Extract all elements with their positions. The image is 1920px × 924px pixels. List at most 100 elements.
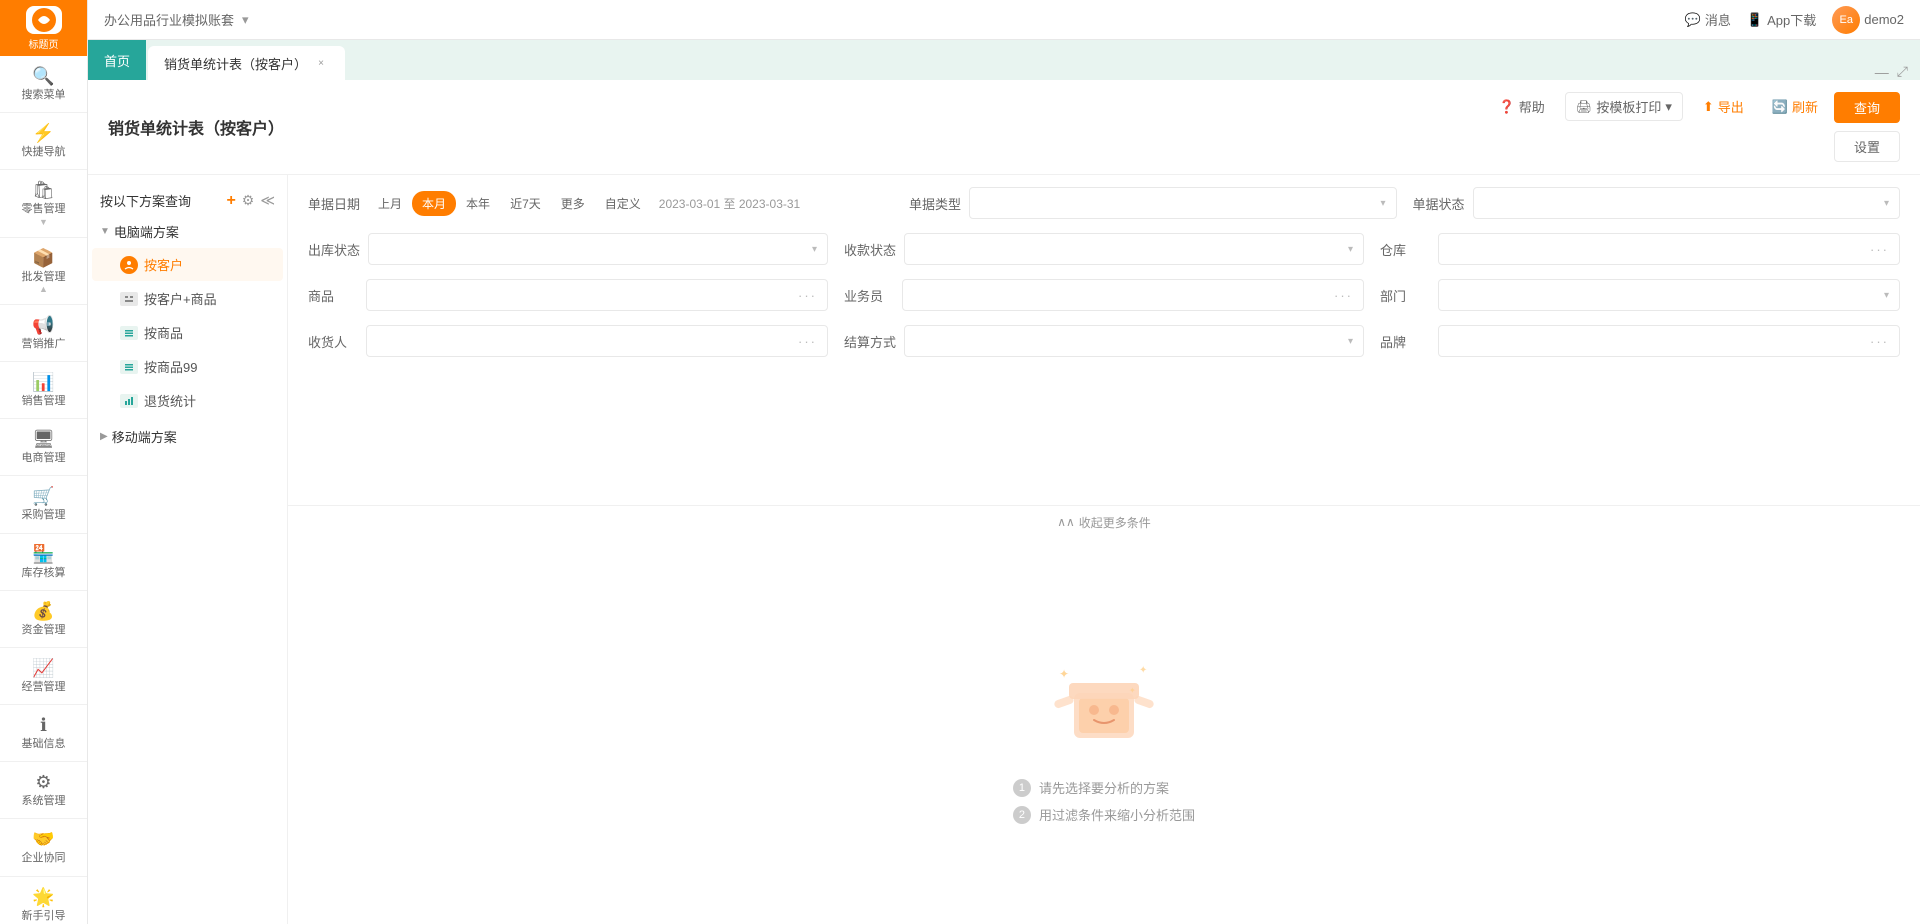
sidebar-item-sales[interactable]: 📊 销售管理: [0, 362, 87, 419]
warehouse-dots: ···: [1870, 242, 1889, 257]
sales-stats-tab-label: 销货单统计表（按客户）: [164, 54, 307, 73]
doc-status-select[interactable]: ▾: [1473, 187, 1900, 219]
brand-input[interactable]: ···: [1438, 325, 1900, 357]
maximize-icon[interactable]: ⤢: [1897, 63, 1908, 80]
refresh-btn[interactable]: 🔄 刷新: [1764, 93, 1826, 120]
sidebar-item-basic[interactable]: ℹ 基础信息: [0, 705, 87, 762]
query-button[interactable]: 查询: [1834, 92, 1900, 123]
desktop-group-title[interactable]: ▼ 电脑端方案: [88, 216, 287, 247]
tip-item-1: 1 请先选择要分析的方案: [1013, 778, 1195, 797]
wholesale-icon: 📦: [32, 248, 54, 269]
date-tab-lastmonth[interactable]: 上月: [368, 191, 412, 216]
help-btn[interactable]: ❓ 帮助: [1491, 93, 1553, 120]
settlement-label: 结算方式: [844, 332, 896, 351]
query-panel: 单据日期 上月 本月 本年 近7天 更多 自定义 2023-03-01 至 20…: [288, 175, 1920, 505]
print-dropdown-icon: ▾: [1665, 99, 1672, 115]
help-icon: ❓: [1499, 99, 1515, 115]
search-label: 搜索菜单: [22, 89, 66, 102]
retail-label: 零售管理: [22, 203, 66, 216]
export-btn[interactable]: ⬆ 导出: [1695, 93, 1752, 120]
minimize-icon[interactable]: —: [1875, 64, 1889, 80]
basic-label: 基础信息: [22, 738, 66, 751]
svg-text:✦: ✦: [1139, 665, 1147, 676]
tab-sales-stats[interactable]: 销货单统计表（按客户） ×: [148, 46, 345, 80]
settlement-select[interactable]: ▾: [904, 325, 1364, 357]
sidebar-item-operation[interactable]: 📈 经营管理: [0, 648, 87, 705]
date-tab-custom[interactable]: 自定义: [595, 191, 651, 216]
date-tab-thisyear[interactable]: 本年: [456, 191, 500, 216]
out-status-select[interactable]: ▾: [368, 233, 828, 265]
doc-type-select[interactable]: ▾: [969, 187, 1396, 219]
sales-label: 销售管理: [22, 395, 66, 408]
industry-dropdown-icon[interactable]: ▾: [242, 12, 249, 28]
logo-label: 标题页: [29, 36, 59, 51]
sidebar-item-system[interactable]: ⚙ 系统管理: [0, 762, 87, 819]
user-name: demo2: [1864, 12, 1904, 27]
goods-input[interactable]: ···: [366, 279, 828, 311]
salesperson-dots: ···: [1334, 288, 1353, 303]
tab-bar: 首页 销货单统计表（按客户） × — ⤢: [88, 40, 1920, 80]
settings-button[interactable]: 设置: [1834, 131, 1900, 162]
message-action[interactable]: 💬 消息: [1685, 10, 1731, 29]
tab-home[interactable]: 首页: [88, 40, 146, 80]
filter-out-status: 出库状态 ▾: [308, 233, 828, 265]
marketing-label: 营销推广: [22, 338, 66, 351]
basic-icon: ℹ: [40, 715, 47, 736]
sidebar-item-marketing[interactable]: 📢 营销推广: [0, 305, 87, 362]
app-download-action[interactable]: 📱 App下载: [1747, 10, 1816, 29]
scheme-item-by-goods[interactable]: 按商品: [92, 316, 283, 349]
goods-icon: [120, 326, 138, 340]
mobile-group-label: 移动端方案: [112, 427, 177, 446]
scheme-item-by-customer[interactable]: 按客户: [92, 248, 283, 281]
salesperson-input[interactable]: ···: [902, 279, 1364, 311]
filter-receiver: 收货人 ···: [308, 325, 828, 357]
scheme-item-return-stats[interactable]: 退货统计: [92, 384, 283, 417]
dept-select[interactable]: ▾: [1438, 279, 1900, 311]
app-logo: [26, 6, 62, 34]
scheme-item-by-goods-99[interactable]: 按商品99: [92, 350, 283, 383]
scheme-item-by-customer-goods[interactable]: 按客户+商品: [92, 282, 283, 315]
date-tab-7days[interactable]: 近7天: [500, 191, 551, 216]
main-area: 办公用品行业模拟账套 ▾ 💬 消息 📱 App下载 Ea demo2 首页: [88, 0, 1920, 924]
sidebar-item-inventory[interactable]: 🏪 库存核算: [0, 534, 87, 591]
enterprise-icon: 🤝: [32, 829, 54, 850]
avatar-initials: Ea: [1840, 14, 1853, 26]
tip-text-2: 用过滤条件来缩小分析范围: [1039, 805, 1195, 824]
sidebar-item-finance[interactable]: 💰 资金管理: [0, 591, 87, 648]
page-content: 销货单统计表（按客户） ❓ 帮助 🖨 按模板打印 ▾ ⬆ 导出: [88, 80, 1920, 924]
sidebar-item-ecommerce[interactable]: 🖥 电商管理: [0, 419, 87, 476]
marketing-icon: 📢: [32, 315, 54, 336]
customer-goods-icon: [120, 292, 138, 306]
print-icon: 🖨: [1576, 99, 1593, 115]
refresh-label: 刷新: [1792, 97, 1818, 116]
sidebar-item-quicknav[interactable]: ⚡ 快捷导航: [0, 113, 87, 170]
collect-status-select[interactable]: ▾: [904, 233, 1364, 265]
arrow-right-icon: ▶: [100, 431, 108, 442]
collapse-bar[interactable]: ∧∧ 收起更多条件: [288, 505, 1920, 539]
receiver-input[interactable]: ···: [366, 325, 828, 357]
add-scheme-btn[interactable]: +: [226, 192, 235, 210]
page-title: 销货单统计表（按客户）: [108, 115, 284, 139]
user-profile-action[interactable]: Ea demo2: [1832, 6, 1904, 34]
sidebar-item-retail[interactable]: 🛍 零售管理 ▼: [0, 170, 87, 237]
warehouse-input[interactable]: ···: [1438, 233, 1900, 265]
sidebar-item-newguide[interactable]: 🌟 新手引导: [0, 877, 87, 924]
customer-goods-label: 按客户+商品: [144, 289, 217, 308]
settings-scheme-btn[interactable]: ⚙: [242, 192, 255, 209]
tab-close-btn[interactable]: ×: [313, 55, 329, 71]
date-tab-more[interactable]: 更多: [551, 191, 595, 216]
filter-brand: 品牌 ···: [1380, 325, 1900, 357]
date-tab-thismonth[interactable]: 本月: [412, 191, 456, 216]
sidebar-item-enterprise[interactable]: 🤝 企业协同: [0, 819, 87, 876]
collapse-scheme-btn[interactable]: ≪: [260, 192, 275, 209]
mobile-group-title[interactable]: ▶ 移动端方案: [88, 421, 287, 452]
sidebar-item-purchase[interactable]: 🛒 采购管理: [0, 476, 87, 533]
print-btn[interactable]: 🖨 按模板打印 ▾: [1565, 92, 1683, 121]
sidebar-item-wholesale[interactable]: 📦 批发管理 ▲: [0, 238, 87, 305]
customer-scheme-icon: [120, 256, 138, 274]
top-header: 办公用品行业模拟账套 ▾ 💬 消息 📱 App下载 Ea demo2: [88, 0, 1920, 40]
print-label: 按模板打印: [1596, 97, 1661, 116]
brand-label: 品牌: [1380, 332, 1430, 351]
header-right: 💬 消息 📱 App下载 Ea demo2: [1685, 6, 1904, 34]
sidebar-item-search[interactable]: 🔍 搜索菜单: [0, 56, 87, 113]
